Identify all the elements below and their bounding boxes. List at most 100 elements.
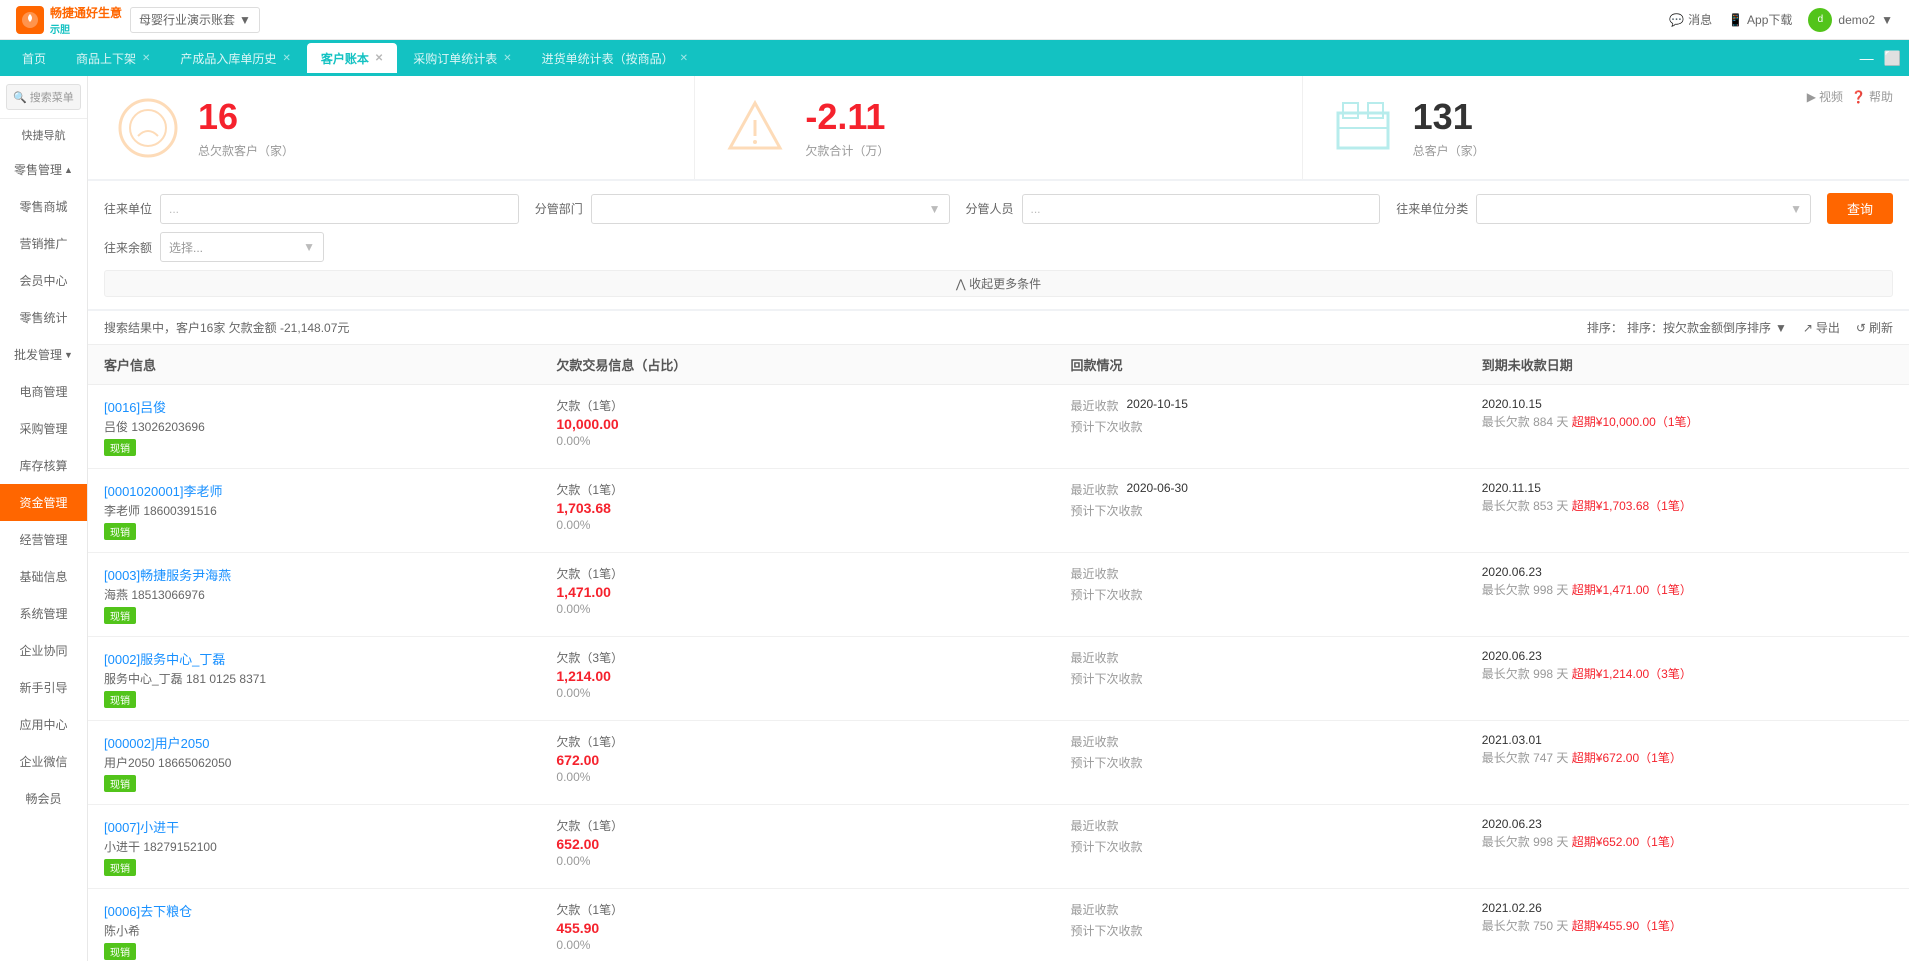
due-info-3: 2020.06.23 最长欠款 998 天 超期¥1,214.00（3笔） <box>1482 649 1893 682</box>
sidebar-item-system[interactable]: 系统管理 <box>0 595 87 632</box>
collapse-icon: ⋀ <box>956 277 966 291</box>
customer-code-5[interactable]: [0007]小进干 <box>104 817 556 836</box>
customer-info-0: [0016]吕俊 吕俊 13026203696 现销 <box>104 397 556 456</box>
overdue-amount-label: 欠款合计（万） <box>805 142 1271 159</box>
close-icon[interactable]: ✕ <box>503 53 511 64</box>
customer-code-3[interactable]: [0002]服务中心_丁磊 <box>104 649 556 668</box>
customer-info-5: [0007]小进干 小进干 18279152100 现销 <box>104 817 556 876</box>
table-row: [0002]服务中心_丁磊 服务中心_丁磊 181 0125 8371 现销 欠… <box>88 637 1909 721</box>
sidebar-item-retail-stats[interactable]: 零售统计 <box>0 299 87 336</box>
video-btn[interactable]: ▶ 视频 <box>1807 88 1843 105</box>
sidebar: 🔍 搜索菜单 快捷导航 零售管理 ▲ 零售商城 营销推广 会员中心 零售统计 批… <box>0 76 88 961</box>
sidebar-item-member[interactable]: 会员中心 <box>0 262 87 299</box>
due-overdue-1: 最长欠款 853 天 超期¥1,703.68（1笔） <box>1482 497 1893 514</box>
stat-help-icons: ▶ 视频 ❓ 帮助 <box>1807 88 1893 105</box>
filter-unit-category: 往来单位分类 ▼ <box>1396 194 1811 224</box>
export-btn[interactable]: ↗ 导出 <box>1803 319 1840 336</box>
search-button[interactable]: 查询 <box>1827 193 1893 224</box>
sidebar-item-retail-store[interactable]: 零售商城 <box>0 188 87 225</box>
debt-count-5: 欠款（1笔） <box>556 817 1070 834</box>
tab-customer[interactable]: 客户账本 ✕ <box>307 43 397 73</box>
overdue-customers-label: 总欠款客户（家） <box>198 142 664 159</box>
sort-select[interactable]: 排序： 排序：按欠款金额倒序排序 ▼ <box>1587 319 1787 336</box>
refresh-btn[interactable]: ↺ 刷新 <box>1856 319 1893 336</box>
source-unit-input[interactable]: ... <box>160 194 519 224</box>
overdue-amount-icon <box>725 98 785 158</box>
sidebar-item-wechat[interactable]: 企业微信 <box>0 743 87 780</box>
sidebar-item-inventory[interactable]: 库存核算 <box>0 447 87 484</box>
results-info: 搜索结果中，客户16家 欠款金额 -21,148.07元 <box>104 319 349 336</box>
overdue-link-4[interactable]: 超期¥672.00（1笔） <box>1572 751 1682 765</box>
user-area[interactable]: d demo2 ▼ <box>1808 8 1893 32</box>
sidebar-item-operations[interactable]: 经营管理 <box>0 521 87 558</box>
sidebar-item-quick-nav[interactable]: 快捷导航 <box>0 119 87 151</box>
sidebar-item-apps[interactable]: 应用中心 <box>0 706 87 743</box>
table-row: [0003]畅捷服务尹海燕 海燕 18513066976 现销 欠款（1笔） 1… <box>88 553 1909 637</box>
sidebar-item-guide[interactable]: 新手引导 <box>0 669 87 706</box>
tab-stock[interactable]: 进货单统计表（按商品） ✕ <box>528 43 702 73</box>
store-selector[interactable]: 母婴行业演示账套 ▼ <box>130 7 260 33</box>
due-date-0: 2020.10.15 <box>1482 397 1893 411</box>
customer-info-4: [000002]用户2050 用户2050 18665062050 现销 <box>104 733 556 792</box>
tab-products[interactable]: 商品上下架 ✕ <box>62 43 164 73</box>
close-icon[interactable]: ✕ <box>142 53 150 64</box>
return-label-2: 最近收款 <box>1070 565 1118 582</box>
unit-category-select[interactable]: ▼ <box>1476 194 1811 224</box>
maximize-icon[interactable]: ⬜ <box>1884 50 1901 67</box>
help-btn[interactable]: ❓ 帮助 <box>1851 88 1893 105</box>
message-btn[interactable]: 💬 消息 <box>1669 11 1712 28</box>
due-overdue-3: 最长欠款 998 天 超期¥1,214.00（3笔） <box>1482 665 1893 682</box>
overdue-link-2[interactable]: 超期¥1,471.00（1笔） <box>1572 583 1692 597</box>
close-icon[interactable]: ✕ <box>680 53 688 64</box>
return-next-3: 预计下次收款 <box>1070 670 1481 687</box>
stat-total-info: 131 总客户（家） <box>1413 96 1879 159</box>
debt-amount-0: 10,000.00 <box>556 416 1070 432</box>
sidebar-item-purchase-mgmt[interactable]: 采购管理 <box>0 410 87 447</box>
minimize-icon[interactable]: — <box>1860 50 1874 66</box>
sidebar-search-btn[interactable]: 🔍 搜索菜单 <box>6 84 81 110</box>
customer-code-2[interactable]: [0003]畅捷服务尹海燕 <box>104 565 556 584</box>
debt-pct-5: 0.00% <box>556 854 1070 868</box>
customer-code-4[interactable]: [000002]用户2050 <box>104 733 556 752</box>
debt-info-1: 欠款（1笔） 1,703.68 0.00% <box>556 481 1070 532</box>
sidebar-item-batch-mgmt[interactable]: 批发管理 ▼ <box>0 336 87 373</box>
sidebar-item-vip[interactable]: 畅会员 <box>0 780 87 817</box>
debt-info-6: 欠款（1笔） 455.90 0.00% <box>556 901 1070 952</box>
sidebar-item-capital[interactable]: 资金管理 <box>0 484 87 521</box>
overdue-link-0[interactable]: 超期¥10,000.00（1笔） <box>1572 415 1699 429</box>
overdue-link-3[interactable]: 超期¥1,214.00（3笔） <box>1572 667 1692 681</box>
app-download-btn[interactable]: 📱 App下载 <box>1728 11 1792 28</box>
sidebar-item-enterprise[interactable]: 企业协同 <box>0 632 87 669</box>
dept-select[interactable]: ▼ <box>591 194 950 224</box>
due-info-0: 2020.10.15 最长欠款 884 天 超期¥10,000.00（1笔） <box>1482 397 1893 430</box>
customer-code-0[interactable]: [0016]吕俊 <box>104 397 556 416</box>
overdue-link-6[interactable]: 超期¥455.90（1笔） <box>1572 919 1682 933</box>
return-label-3: 最近收款 <box>1070 649 1118 666</box>
sidebar-item-marketing[interactable]: 营销推广 <box>0 225 87 262</box>
customer-code-1[interactable]: [0001020001]李老师 <box>104 481 556 500</box>
balance-select[interactable]: 选择... ▼ <box>160 232 324 262</box>
person-input[interactable]: ... <box>1022 194 1381 224</box>
sidebar-item-ecommerce[interactable]: 电商管理 <box>0 373 87 410</box>
close-icon[interactable]: ✕ <box>282 53 290 64</box>
stat-amount-info: -2.11 欠款合计（万） <box>805 96 1271 159</box>
debt-info-4: 欠款（1笔） 672.00 0.00% <box>556 733 1070 784</box>
customer-code-6[interactable]: [0006]去下粮仓 <box>104 901 556 920</box>
collapse-btn[interactable]: ⋀ 收起更多条件 <box>104 270 1893 297</box>
col-header-due: 到期未收款日期 <box>1482 355 1893 374</box>
tab-production[interactable]: 产成品入库单历史 ✕ <box>166 43 304 73</box>
main-area: 🔍 搜索菜单 快捷导航 零售管理 ▲ 零售商城 营销推广 会员中心 零售统计 批… <box>0 76 1909 961</box>
sidebar-item-basic[interactable]: 基础信息 <box>0 558 87 595</box>
debt-amount-4: 672.00 <box>556 752 1070 768</box>
table-row: [0016]吕俊 吕俊 13026203696 现销 欠款（1笔） 10,000… <box>88 385 1909 469</box>
sidebar-item-retail-mgmt[interactable]: 零售管理 ▲ <box>0 151 87 188</box>
debt-info-0: 欠款（1笔） 10,000.00 0.00% <box>556 397 1070 448</box>
overdue-link-5[interactable]: 超期¥652.00（1笔） <box>1572 835 1682 849</box>
overdue-link-1[interactable]: 超期¥1,703.68（1笔） <box>1572 499 1692 513</box>
close-icon[interactable]: ✕ <box>375 53 383 64</box>
tab-home[interactable]: 首页 <box>8 43 60 73</box>
sidebar-search-section: 🔍 搜索菜单 <box>0 76 87 119</box>
customer-badge-3: 现销 <box>104 691 136 708</box>
customer-badge-4: 现销 <box>104 775 136 792</box>
tab-purchase[interactable]: 采购订单统计表 ✕ <box>399 43 525 73</box>
